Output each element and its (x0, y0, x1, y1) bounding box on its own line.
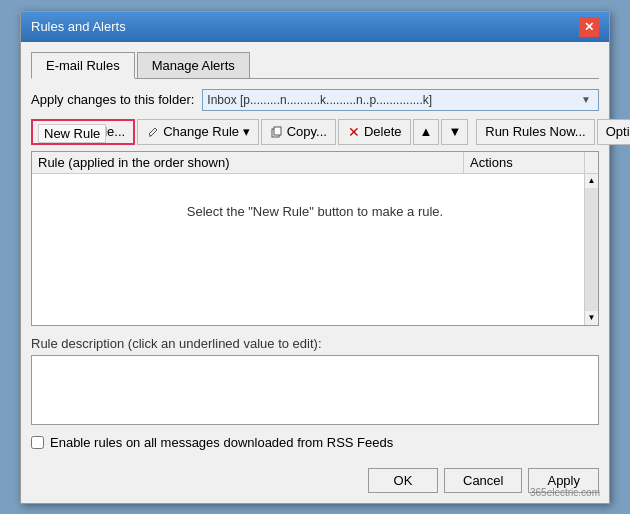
buttons-row: OK Cancel Apply (31, 464, 599, 493)
change-rule-icon (146, 125, 160, 139)
new-rule-button[interactable]: New Rule... (31, 119, 135, 145)
rss-row: Enable rules on all messages downloaded … (31, 435, 599, 450)
actions-col-label: Actions (470, 155, 513, 170)
new-rule-label: New Rule... (58, 124, 125, 139)
copy-label: Copy... (287, 124, 327, 139)
dialog-title: Rules and Alerts (31, 19, 126, 34)
rules-and-alerts-dialog: Rules and Alerts ✕ E-mail Rules Manage A… (20, 11, 610, 504)
rule-description-box (31, 355, 599, 425)
tabs-container: E-mail Rules Manage Alerts (31, 52, 599, 79)
rule-description-label: Rule description (click an underlined va… (31, 336, 599, 351)
tab-manage-alerts-label: Manage Alerts (152, 58, 235, 73)
delete-icon: ✕ (347, 125, 361, 139)
dialog-body: E-mail Rules Manage Alerts Apply changes… (21, 42, 609, 503)
copy-button[interactable]: Copy... (261, 119, 336, 145)
folder-row: Apply changes to this folder: Inbox [p..… (31, 89, 599, 111)
folder-selected-text: Inbox [p.........n..........k.........n.… (207, 93, 578, 107)
run-rules-now-label: Run Rules Now... (485, 124, 585, 139)
toolbar: New Rule... Change Rule ▾ (31, 119, 599, 145)
delete-button[interactable]: ✕ Delete (338, 119, 411, 145)
close-button[interactable]: ✕ (579, 17, 599, 37)
rules-list-header: Rule (applied in the order shown) Action… (32, 152, 598, 174)
dialog-wrapper: Rules and Alerts ✕ E-mail Rules Manage A… (20, 11, 610, 504)
up-arrow-icon: ▲ (420, 124, 433, 139)
rules-col-label: Rule (applied in the order shown) (38, 155, 230, 170)
scroll-down-button[interactable]: ▼ (585, 311, 599, 325)
new-rule-icon (41, 125, 55, 139)
svg-rect-0 (42, 126, 52, 138)
rules-scrollbar[interactable]: ▲ ▼ (584, 174, 598, 325)
folder-dropdown[interactable]: Inbox [p.........n..........k.........n.… (202, 89, 599, 111)
tab-manage-alerts[interactable]: Manage Alerts (137, 52, 250, 79)
empty-rules-text: Select the "New Rule" button to make a r… (187, 204, 443, 219)
move-down-button[interactable]: ▼ (441, 119, 468, 145)
change-rule-label: Change Rule ▾ (163, 124, 250, 139)
watermark: 365electric.com (530, 487, 600, 498)
folder-label: Apply changes to this folder: (31, 92, 194, 107)
rules-column-header: Rule (applied in the order shown) (32, 152, 464, 173)
dropdown-arrow-icon: ▼ (578, 94, 594, 105)
actions-column-header: Actions (464, 152, 584, 173)
copy-icon (270, 125, 284, 139)
svg-rect-6 (274, 127, 281, 135)
options-button[interactable]: Options (597, 119, 630, 145)
move-up-button[interactable]: ▲ (413, 119, 440, 145)
ok-button[interactable]: OK (368, 468, 438, 493)
scroll-up-button[interactable]: ▲ (585, 174, 599, 188)
tab-email-rules[interactable]: E-mail Rules (31, 52, 135, 79)
change-rule-button[interactable]: Change Rule ▾ (137, 119, 259, 145)
rules-list-container: Rule (applied in the order shown) Action… (31, 151, 599, 326)
tab-email-rules-label: E-mail Rules (46, 58, 120, 73)
title-bar: Rules and Alerts ✕ (21, 12, 609, 42)
delete-label: Delete (364, 124, 402, 139)
run-rules-now-button[interactable]: Run Rules Now... (476, 119, 594, 145)
rss-checkbox[interactable] (31, 436, 44, 449)
options-label: Options (606, 124, 630, 139)
down-arrow-icon: ▼ (448, 124, 461, 139)
rules-list-body: Select the "New Rule" button to make a r… (32, 174, 598, 249)
rss-label: Enable rules on all messages downloaded … (50, 435, 393, 450)
cancel-button[interactable]: Cancel (444, 468, 522, 493)
